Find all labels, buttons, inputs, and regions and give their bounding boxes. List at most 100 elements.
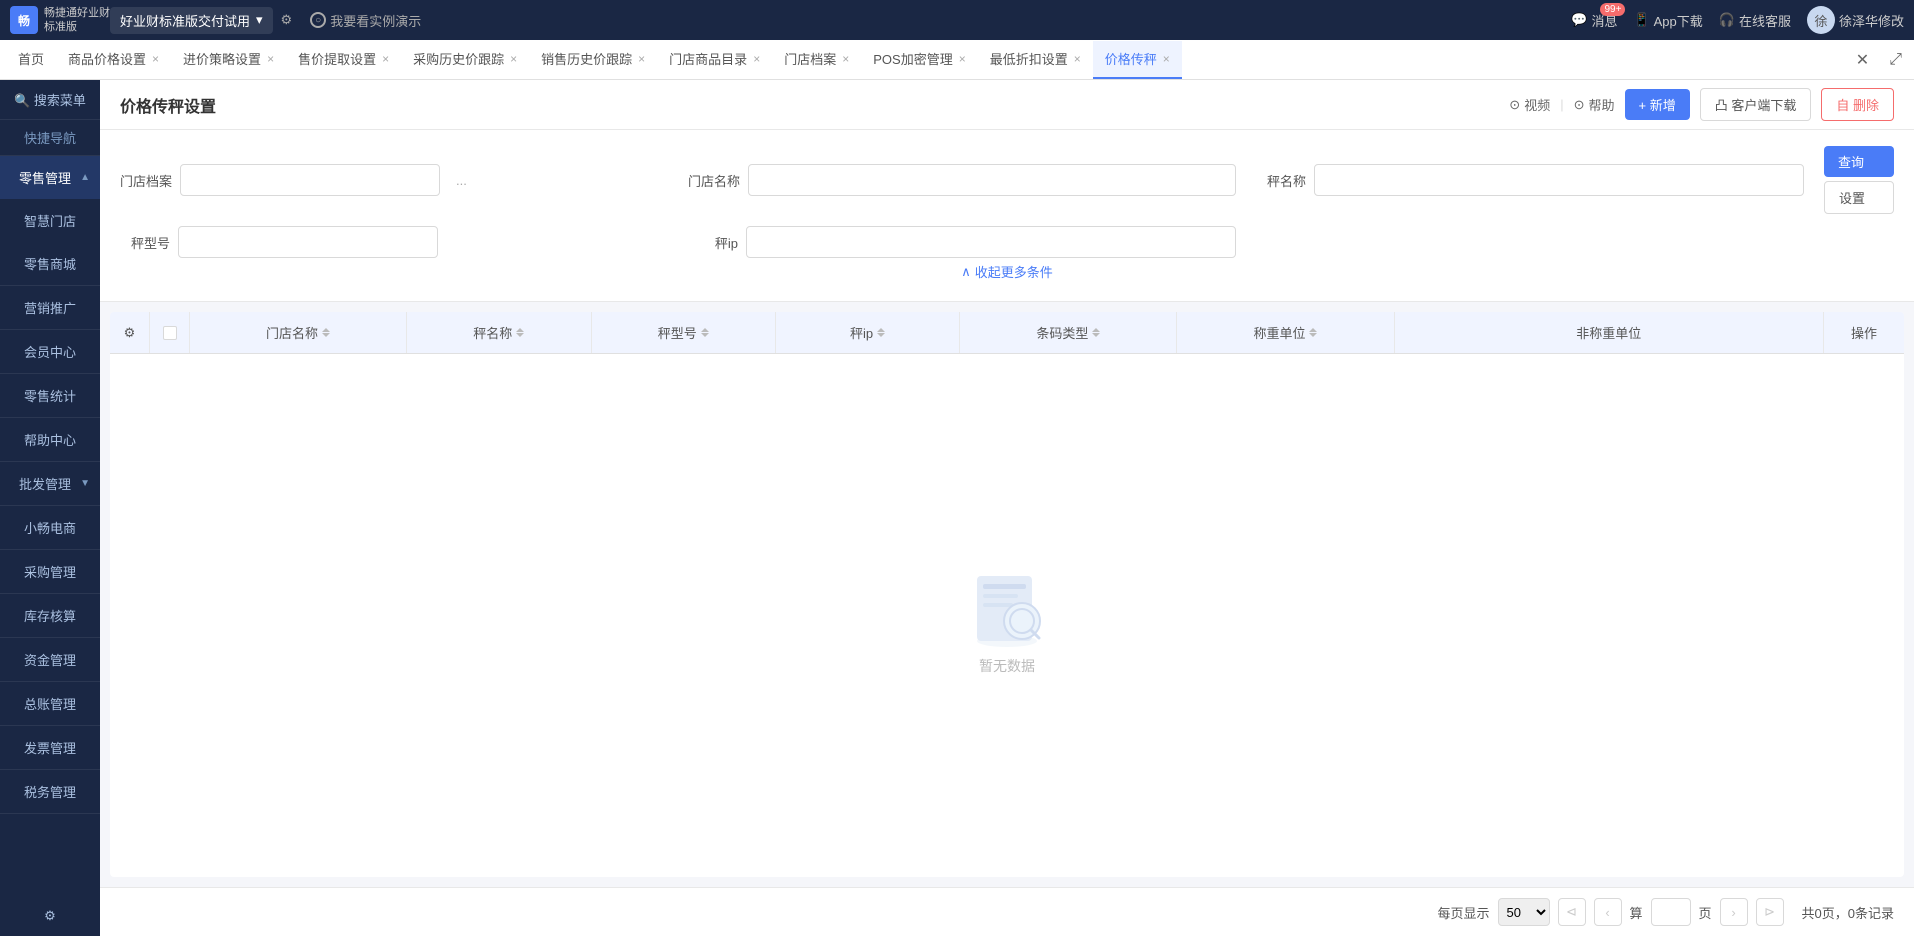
scale-name-input[interactable] xyxy=(1314,164,1804,196)
delete-button[interactable]: 自 删除 xyxy=(1821,88,1894,121)
sidebar-section-purchase: 采购管理 xyxy=(0,550,100,594)
tab-close-price-setting[interactable]: × xyxy=(152,52,159,66)
online-service-btn[interactable]: 🎧 在线客服 xyxy=(1719,11,1791,30)
col-scale-ip[interactable]: 秤ip xyxy=(776,312,960,353)
sidebar-item-marketing[interactable]: 营销推广 xyxy=(0,286,100,329)
filter-area: 门店档案 ... 门店名称 秤名称 查询 设置 xyxy=(100,130,1914,302)
store-file-label: 门店档案 xyxy=(120,171,172,190)
sidebar-section-ecom: 小畅电商 xyxy=(0,506,100,550)
video-link[interactable]: ⊙ 视频 xyxy=(1509,95,1550,114)
user-menu-btn[interactable]: 徐 徐泽华修改 xyxy=(1807,6,1904,34)
download-button[interactable]: 凸 客户端下载 xyxy=(1700,88,1812,121)
store-file-dots[interactable]: ... xyxy=(448,173,475,188)
col-store-name[interactable]: 门店名称 xyxy=(190,312,407,353)
prev-page-btn[interactable]: ‹ xyxy=(1594,898,1622,926)
messages-btn[interactable]: 💬 消息 99+ xyxy=(1571,11,1617,30)
tab-close-pos-manage[interactable]: × xyxy=(959,52,966,66)
tab-purchase-history[interactable]: 采购历史价跟踪 × xyxy=(401,41,529,79)
scale-ip-label: 秤ip xyxy=(688,233,738,252)
scale-ip-input[interactable] xyxy=(746,226,1236,258)
filter-scale-model: 秤型号 xyxy=(120,226,668,258)
tab-sale-history[interactable]: 销售历史价跟踪 × xyxy=(529,41,657,79)
col-scale-name[interactable]: 秤名称 xyxy=(407,312,591,353)
tab-close-purchase-history[interactable]: × xyxy=(510,52,517,66)
sidebar-search[interactable]: 🔍 搜索菜单 xyxy=(0,80,100,120)
add-button[interactable]: + 新增 xyxy=(1625,89,1690,120)
sidebar-section-batch: 批发管理 ▼ xyxy=(0,462,100,506)
tab-store-file[interactable]: 门店档案 × xyxy=(772,41,861,79)
select-all-checkbox[interactable] xyxy=(163,326,177,340)
demo-link[interactable]: ○ 我要看实例演示 xyxy=(310,11,421,30)
sidebar-section-tax: 税务管理 xyxy=(0,770,100,814)
sidebar-item-fund-manage[interactable]: 资金管理 xyxy=(0,638,100,681)
sidebar-settings-btn[interactable]: ⚙ xyxy=(0,896,100,936)
tab-close-min-discount[interactable]: × xyxy=(1074,52,1081,66)
tab-close-purchase-strategy[interactable]: × xyxy=(267,52,274,66)
tab-store-catalog[interactable]: 门店商品目录 × xyxy=(657,41,772,79)
tab-expand-btn[interactable]: ⤢ xyxy=(1883,49,1908,71)
first-page-btn[interactable]: ⊲ xyxy=(1558,898,1586,926)
store-name-input[interactable] xyxy=(748,164,1236,196)
sidebar-item-retail-stats[interactable]: 零售统计 xyxy=(0,374,100,417)
sidebar-item-tax-manage[interactable]: 税务管理 xyxy=(0,770,100,813)
per-page-select[interactable]: 50 20 100 200 xyxy=(1498,898,1550,926)
help-icon: ⊙ xyxy=(1574,97,1585,113)
scale-model-input[interactable] xyxy=(178,226,438,258)
collapse-btn[interactable]: ∧ 收起更多条件 xyxy=(120,258,1894,285)
tab-close-sale-price[interactable]: × xyxy=(382,52,389,66)
col-weight-unit[interactable]: 称重单位 xyxy=(1177,312,1394,353)
sidebar-item-smart-store[interactable]: 智慧门店 xyxy=(0,199,100,242)
tab-min-discount[interactable]: 最低折扣设置 × xyxy=(978,41,1093,79)
arrow-up-icon: ▲ xyxy=(80,172,90,183)
tab-home[interactable]: 首页 xyxy=(6,41,56,79)
query-button[interactable]: 查询 xyxy=(1824,146,1894,177)
sidebar-item-purchase-manage[interactable]: 采购管理 xyxy=(0,550,100,593)
col-action: 操作 xyxy=(1824,312,1904,353)
app-download-btn[interactable]: 📱 App下载 xyxy=(1633,11,1702,30)
col-checkbox[interactable] xyxy=(150,312,190,353)
tab-price-setting[interactable]: 商品价格设置 × xyxy=(56,41,171,79)
product-select[interactable]: 好业财标准版交付试用 ▾ xyxy=(110,7,273,34)
page-title: 价格传秤设置 xyxy=(120,93,216,117)
tab-price-transfer[interactable]: 价格传秤 × xyxy=(1093,41,1182,79)
help-link[interactable]: ⊙ 帮助 xyxy=(1574,95,1615,114)
next-page-btn[interactable]: › xyxy=(1720,898,1748,926)
sidebar-item-invoice-manage[interactable]: 发票管理 xyxy=(0,726,100,769)
tab-purchase-strategy[interactable]: 进价策略设置 × xyxy=(171,41,286,79)
sidebar-section-invoice: 发票管理 xyxy=(0,726,100,770)
store-file-input[interactable] xyxy=(180,164,440,196)
main-layout: 🔍 搜索菜单 快捷导航 零售管理 ▲ 智慧门店 零售商城 营销推广 xyxy=(0,80,1914,936)
tab-sale-price[interactable]: 售价提取设置 × xyxy=(286,41,401,79)
tab-close-price-transfer[interactable]: × xyxy=(1163,52,1170,66)
tab-close-sale-history[interactable]: × xyxy=(638,52,645,66)
sidebar-item-retail-mall[interactable]: 零售商城 xyxy=(0,242,100,285)
col-scale-model[interactable]: 秤型号 xyxy=(592,312,776,353)
tab-bar-actions: ✕ ⤢ xyxy=(1850,48,1908,72)
tab-close-store-catalog[interactable]: × xyxy=(753,52,760,66)
page-label: 页 xyxy=(1699,903,1712,922)
sidebar-item-xiaochang-ecom[interactable]: 小畅电商 xyxy=(0,506,100,549)
settings-filter-button[interactable]: 设置 xyxy=(1824,181,1894,214)
sidebar-item-help-center[interactable]: 帮助中心 xyxy=(0,418,100,461)
sidebar-item-retail-manage[interactable]: 零售管理 ▲ xyxy=(0,156,100,199)
sidebar-item-general-ledger[interactable]: 总账管理 xyxy=(0,682,100,725)
tab-pos-manage[interactable]: POS加密管理 × xyxy=(861,41,977,79)
last-page-btn[interactable]: ⊳ xyxy=(1756,898,1784,926)
sidebar-item-inventory[interactable]: 库存核算 xyxy=(0,594,100,637)
topbar-settings-icon[interactable]: ⚙ xyxy=(281,12,293,28)
divider: | xyxy=(1560,97,1563,112)
topbar-right: 💬 消息 99+ 📱 App下载 🎧 在线客服 徐 徐泽华修改 xyxy=(1571,6,1904,34)
message-icon: 💬 xyxy=(1571,12,1587,28)
tab-close-all-btn[interactable]: ✕ xyxy=(1850,48,1875,72)
store-name-label: 门店名称 xyxy=(688,171,740,190)
sidebar-item-batch-manage[interactable]: 批发管理 ▼ xyxy=(0,462,100,505)
sidebar-item-member-center[interactable]: 会员中心 xyxy=(0,330,100,373)
tab-close-store-file[interactable]: × xyxy=(842,52,849,66)
app-logo: 畅 畅捷通好业财标准版 xyxy=(10,6,110,35)
sort-icon-store xyxy=(322,328,330,337)
page-input[interactable]: 1 xyxy=(1651,898,1691,926)
col-barcode-type[interactable]: 条码类型 xyxy=(960,312,1177,353)
col-settings[interactable]: ⚙ xyxy=(110,312,150,353)
sidebar-quick-nav[interactable]: 快捷导航 xyxy=(0,120,100,156)
col-non-weight-unit: 非称重单位 xyxy=(1395,312,1825,353)
